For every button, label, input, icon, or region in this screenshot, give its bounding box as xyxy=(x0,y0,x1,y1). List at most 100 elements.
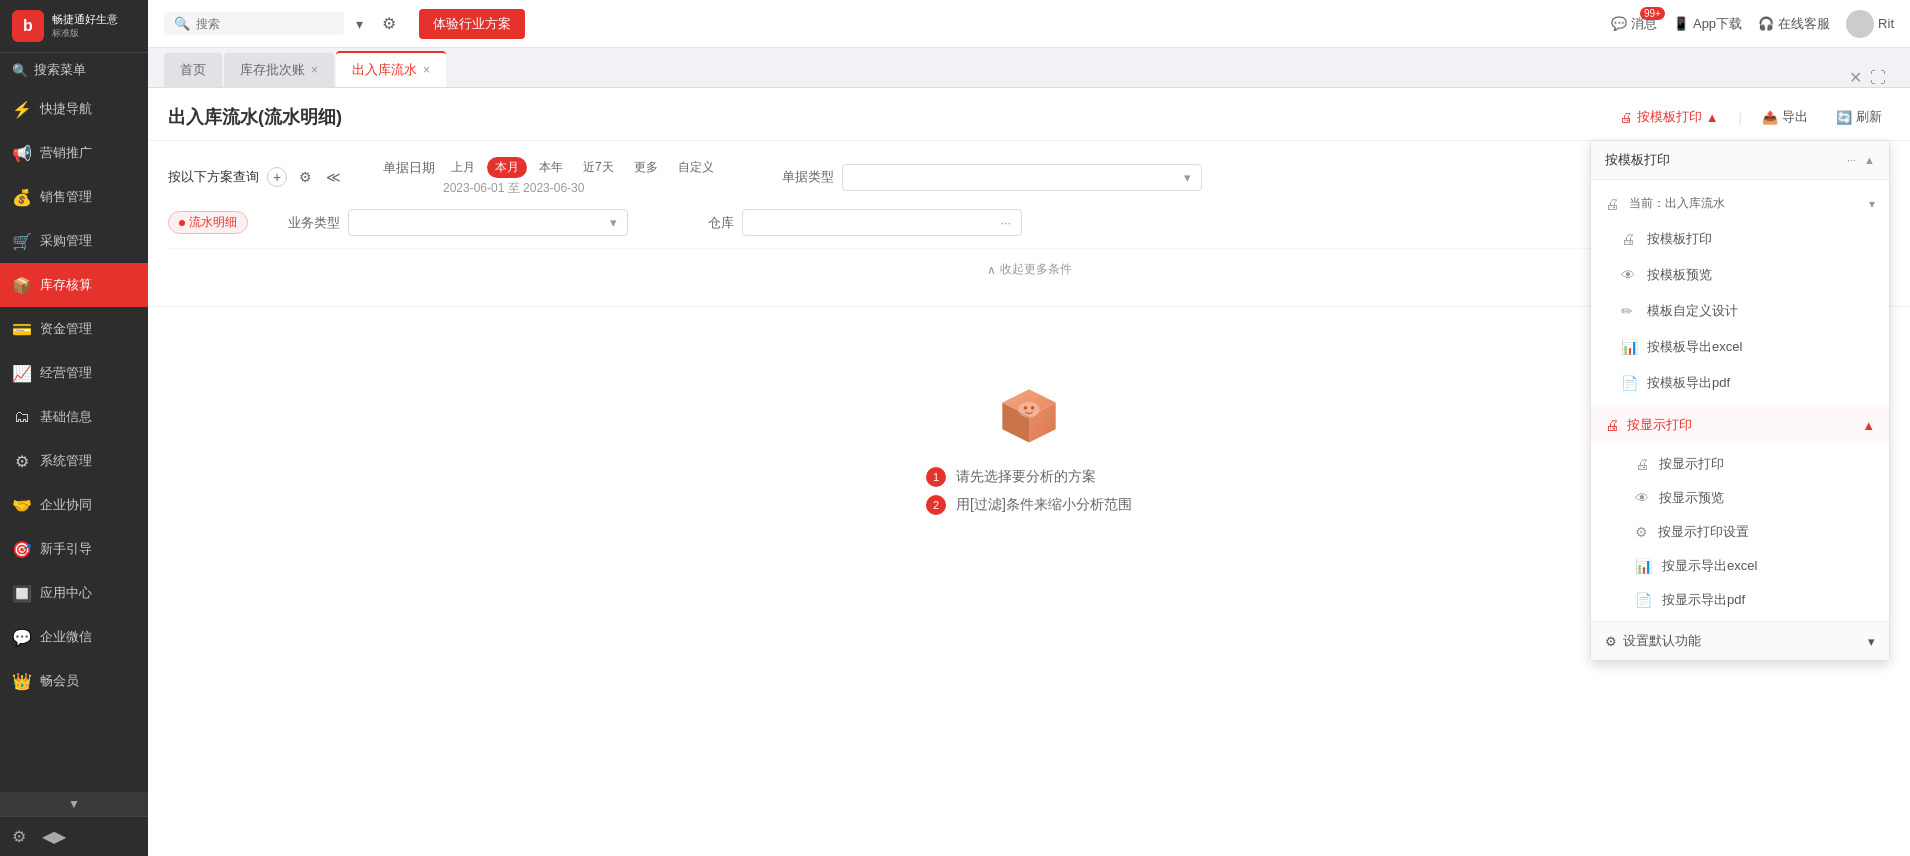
date-tab-this-year[interactable]: 本年 xyxy=(531,157,571,178)
export-button[interactable]: 📤 导出 xyxy=(1754,104,1816,130)
basic-icon: 🗂 xyxy=(12,407,32,427)
topbar-settings-icon[interactable]: ⚙ xyxy=(375,10,403,38)
filter-tag-flow[interactable]: 流水明细 xyxy=(168,211,248,234)
topbar-search-input[interactable] xyxy=(196,17,316,31)
sidebar-scroll-down[interactable]: ▼ xyxy=(0,792,148,816)
operations-icon: 📈 xyxy=(12,363,32,383)
footer-label: 设置默认功能 xyxy=(1623,632,1701,650)
topbar-search-box[interactable]: 🔍 xyxy=(164,12,344,35)
step-1-text: 请先选择要分析的方案 xyxy=(956,468,1096,486)
sidebar-label: 快捷导航 xyxy=(40,100,92,118)
filter-expand-icon[interactable]: ≪ xyxy=(323,167,343,187)
display-print-settings-item[interactable]: ⚙ 按显示打印设置 xyxy=(1591,515,1889,549)
enterprise-icon: 🤝 xyxy=(12,495,32,515)
message-action[interactable]: 💬 消息 99+ xyxy=(1611,15,1657,33)
display-export-pdf-item[interactable]: 📄 按显示导出pdf xyxy=(1591,583,1889,617)
template-indicator-icon: 🖨 xyxy=(1605,196,1619,212)
display-section-label: 按显示打印 xyxy=(1627,416,1692,434)
tab-close-batch[interactable]: × xyxy=(311,63,318,77)
page-header: 出入库流水(流水明细) 🖨 按模板打印 ▲ | 📤 导出 xyxy=(148,88,1910,141)
marketing-icon: 📢 xyxy=(12,143,32,163)
date-tab-custom[interactable]: 自定义 xyxy=(670,157,722,178)
template-export-excel-item[interactable]: 📊 按模板导出excel xyxy=(1591,329,1889,365)
date-filter-group: 单据日期 上月 本月 本年 近7天 更多 自定义 2023 xyxy=(383,157,722,197)
sidebar-item-system[interactable]: ⚙ 系统管理 xyxy=(0,439,148,483)
sidebar-item-inventory[interactable]: 📦 库存核算 xyxy=(0,263,148,307)
tab-inventory-flow[interactable]: 出入库流水 × xyxy=(336,51,446,87)
template-print-icon: 🖨 xyxy=(1621,231,1637,247)
filter-settings-icon[interactable]: ⚙ xyxy=(295,167,315,187)
template-excel-icon: 📊 xyxy=(1621,339,1637,355)
tab-home[interactable]: 首页 xyxy=(164,53,222,87)
template-export-pdf-item[interactable]: 📄 按模板导出pdf xyxy=(1591,365,1889,401)
print-template-button[interactable]: 🖨 按模板打印 ▲ xyxy=(1612,104,1727,130)
warehouse-input[interactable]: ··· xyxy=(742,209,1022,236)
date-tab-7days[interactable]: 近7天 xyxy=(575,157,622,178)
user-avatar[interactable]: Rit xyxy=(1846,10,1894,38)
trial-industry-button[interactable]: 体验行业方案 xyxy=(419,9,525,39)
display-export-excel-item[interactable]: 📊 按显示导出excel xyxy=(1591,549,1889,583)
current-template-item[interactable]: 🖨 当前：出入库流水 ▾ xyxy=(1591,186,1889,221)
warehouse-label: 仓库 xyxy=(708,214,734,232)
tab-close-flow[interactable]: × xyxy=(423,63,430,77)
sidebar-item-purchase[interactable]: 🛒 采购管理 xyxy=(0,219,148,263)
template-design-item[interactable]: ✏ 模板自定义设计 xyxy=(1591,293,1889,329)
main-content: 🔍 ▾ ⚙ 体验行业方案 💬 消息 99+ 📱 App下载 🎧 在 xyxy=(148,0,1910,856)
sidebar-item-finance[interactable]: 💳 资金管理 xyxy=(0,307,148,351)
sidebar-item-sales[interactable]: 💰 销售管理 xyxy=(0,175,148,219)
template-pdf-icon: 📄 xyxy=(1621,375,1637,391)
dropdown-footer[interactable]: ⚙ 设置默认功能 ▾ xyxy=(1591,621,1889,660)
sidebar-label: 系统管理 xyxy=(40,452,92,470)
display-print-section[interactable]: 🖨 按显示打印 ▲ xyxy=(1591,407,1889,443)
collapse-label: 收起更多条件 xyxy=(1000,261,1072,278)
current-template-label: 当前：出入库流水 xyxy=(1629,195,1725,212)
sidebar-nav: ⚡ 快捷导航 📢 营销推广 💰 销售管理 🛒 采购管理 📦 库存核算 xyxy=(0,87,148,792)
logo-icon: b xyxy=(12,10,44,42)
sidebar-logo: b 畅捷通好生意 标准版 xyxy=(0,0,148,53)
tab-batch-account[interactable]: 库存批次账 × xyxy=(224,53,334,87)
online-service-action[interactable]: 🎧 在线客服 xyxy=(1758,15,1830,33)
voucher-type-label: 单据类型 xyxy=(782,168,834,186)
voucher-type-chevron: ▾ xyxy=(1184,170,1191,185)
sidebar-item-wechat[interactable]: 💬 企业微信 xyxy=(0,615,148,659)
voucher-type-input[interactable]: ▾ xyxy=(842,164,1202,191)
date-tab-more[interactable]: 更多 xyxy=(626,157,666,178)
date-tab-this-month[interactable]: 本月 xyxy=(487,157,527,178)
collapse-sidebar-icon[interactable]: ◀▶ xyxy=(42,827,66,846)
panel-expand-icon[interactable]: ⛶ xyxy=(1870,69,1886,87)
panel-close-icon[interactable]: ✕ xyxy=(1849,68,1862,87)
app-download-action[interactable]: 📱 App下载 xyxy=(1673,15,1742,33)
phone-icon: 📱 xyxy=(1673,16,1689,31)
sidebar-item-quick-nav[interactable]: ⚡ 快捷导航 xyxy=(0,87,148,131)
template-preview-label: 按模板预览 xyxy=(1647,266,1712,284)
template-preview-item[interactable]: 👁 按模板预览 xyxy=(1591,257,1889,293)
sidebar-item-member[interactable]: 👑 畅会员 xyxy=(0,659,148,703)
add-filter-button[interactable]: + xyxy=(267,167,287,187)
sidebar-item-apps[interactable]: 🔲 应用中心 xyxy=(0,571,148,615)
warehouse-more-icon[interactable]: ··· xyxy=(1000,215,1011,230)
sidebar-item-enterprise[interactable]: 🤝 企业协同 xyxy=(0,483,148,527)
sidebar-item-marketing[interactable]: 📢 营销推广 xyxy=(0,131,148,175)
refresh-button[interactable]: 🔄 刷新 xyxy=(1828,104,1890,130)
more-options-icon[interactable]: ··· xyxy=(1847,154,1856,166)
sidebar-search[interactable]: 🔍 搜索菜单 xyxy=(0,53,148,87)
topbar-search-dropdown[interactable]: ▾ xyxy=(356,16,363,32)
template-print-item[interactable]: 🖨 按模板打印 xyxy=(1591,221,1889,257)
sidebar-item-guide[interactable]: 🎯 新手引导 xyxy=(0,527,148,571)
collapse-button[interactable]: ∧ 收起更多条件 xyxy=(983,257,1076,282)
topbar-actions: 💬 消息 99+ 📱 App下载 🎧 在线客服 Rit xyxy=(1611,10,1894,38)
sidebar-item-operations[interactable]: 📈 经营管理 xyxy=(0,351,148,395)
display-preview-item[interactable]: 👁 按显示预览 xyxy=(1591,481,1889,515)
business-type-input[interactable]: ▾ xyxy=(348,209,628,236)
date-tab-last-month[interactable]: 上月 xyxy=(443,157,483,178)
headset-icon: 🎧 xyxy=(1758,16,1774,31)
settings-bottom-icon[interactable]: ⚙ xyxy=(12,827,26,846)
display-print-label: 按显示打印 xyxy=(1659,455,1724,473)
display-print-icon: 🖨 xyxy=(1635,456,1649,472)
display-print-item[interactable]: 🖨 按显示打印 xyxy=(1591,447,1889,481)
filter-query-label: 按以下方案查询 + ⚙ ≪ xyxy=(168,167,343,187)
dropdown-expand-icon[interactable]: ▲ xyxy=(1864,154,1875,166)
dropdown-header: 按模板打印 ··· ▲ xyxy=(1591,141,1889,180)
sidebar-item-basic[interactable]: 🗂 基础信息 xyxy=(0,395,148,439)
sidebar: b 畅捷通好生意 标准版 🔍 搜索菜单 ⚡ 快捷导航 📢 营销推广 xyxy=(0,0,148,856)
